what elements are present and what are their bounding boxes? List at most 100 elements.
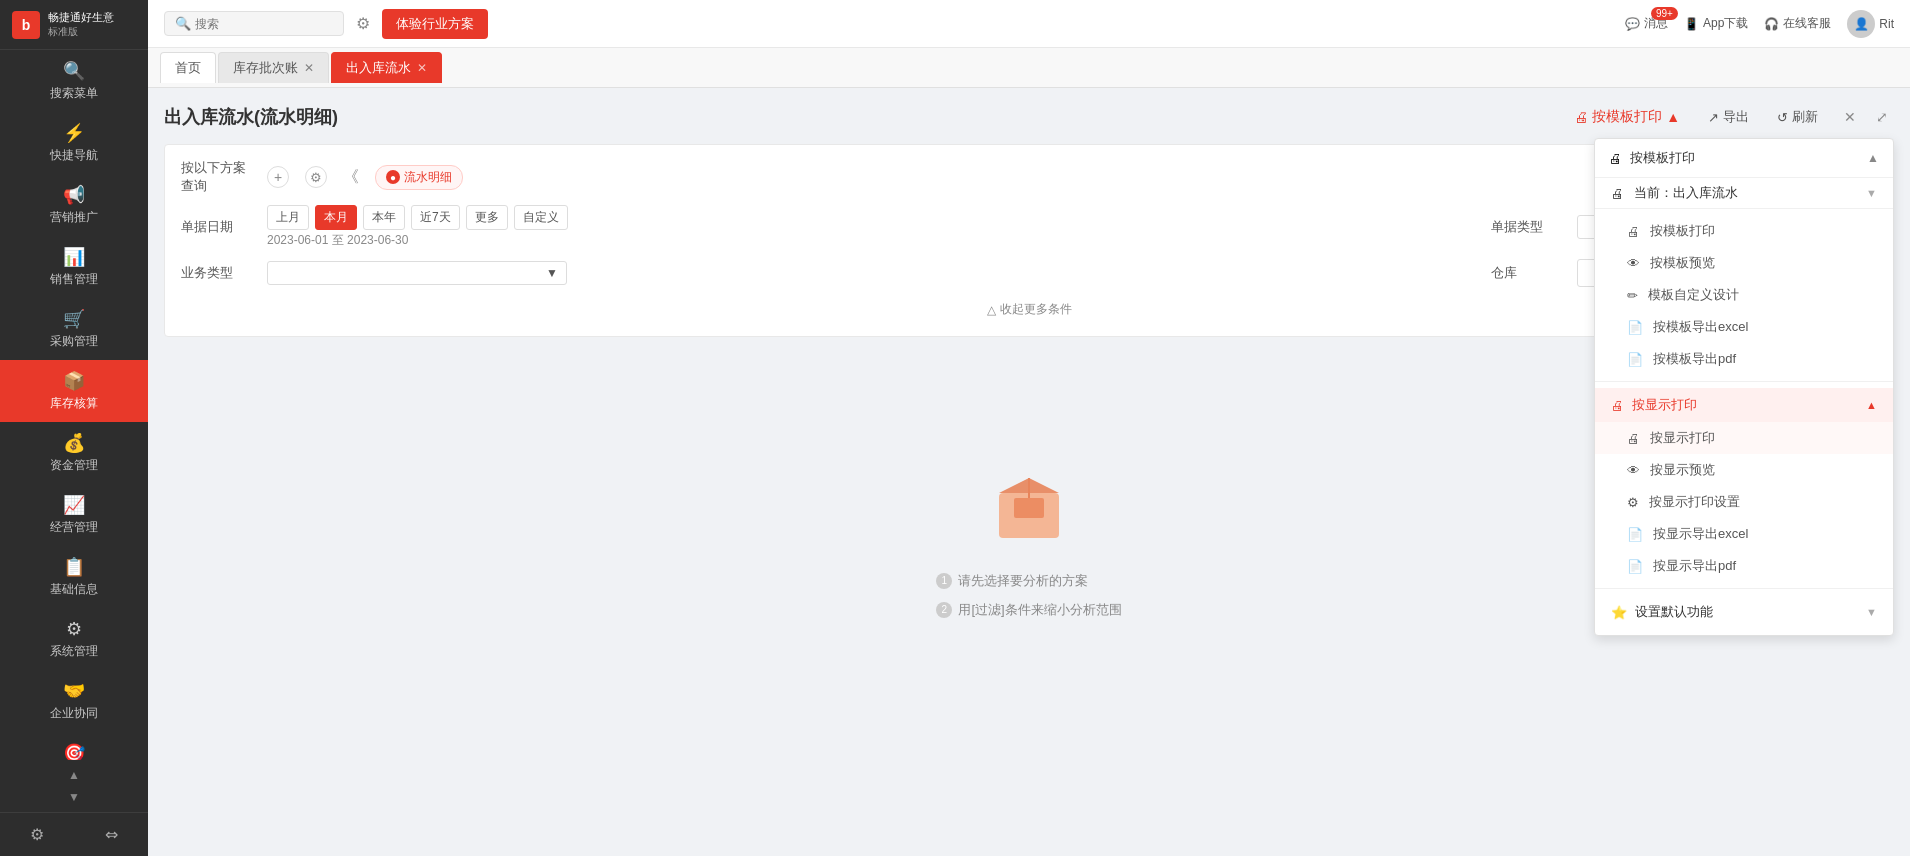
tab-home[interactable]: 首页: [160, 52, 216, 83]
page-content: 出入库流水(流水明细) 🖨 按模板打印 ▲ ↗ 导出 ↺ 刷新: [148, 88, 1910, 856]
set-default-icon: ⭐: [1611, 605, 1627, 620]
step-1-num: 1: [936, 573, 952, 589]
svg-rect-2: [1014, 498, 1044, 518]
template-excel-icon: 📄: [1627, 320, 1643, 335]
topbar-settings-icon[interactable]: ⚙: [356, 14, 370, 33]
sidebar-label-inventory: 库存核算: [50, 395, 98, 412]
display-print-header-icon: 🖨: [1611, 398, 1624, 413]
scroll-up-arrow[interactable]: ▲: [64, 764, 84, 786]
settings-icon[interactable]: ⚙: [30, 825, 44, 844]
app-download-icon: 📱: [1684, 17, 1699, 31]
tab-inout-flow[interactable]: 出入库流水 ✕: [331, 52, 442, 83]
message-button[interactable]: 💬 消息 99+: [1625, 15, 1668, 32]
dropdown-item-template-excel[interactable]: 📄 按模板导出excel: [1595, 311, 1893, 343]
industry-solution-button[interactable]: 体验行业方案: [382, 9, 488, 39]
dropdown-close-arrow[interactable]: ▲: [1867, 151, 1879, 165]
display-print-label: 按显示打印: [1650, 429, 1715, 447]
sidebar-item-inventory[interactable]: 📦 库存核算: [0, 360, 148, 422]
display-pdf-label: 按显示导出pdf: [1653, 557, 1736, 575]
sidebar-item-operation[interactable]: 📈 经营管理: [0, 484, 148, 546]
sidebar-label-marketing: 营销推广: [50, 209, 98, 226]
close-window-button[interactable]: ✕: [1838, 107, 1862, 127]
online-service-button[interactable]: 🎧 在线客服: [1764, 15, 1831, 32]
dropdown-item-set-default[interactable]: ⭐ 设置默认功能 ▼: [1595, 595, 1893, 629]
dropdown-item-template-pdf[interactable]: 📄 按模板导出pdf: [1595, 343, 1893, 375]
page-title: 出入库流水(流水明细): [164, 105, 338, 129]
filter-add-button[interactable]: +: [267, 166, 289, 188]
tab-label-inout-flow: 出入库流水: [346, 59, 411, 77]
template-excel-label: 按模板导出excel: [1653, 318, 1748, 336]
dropdown-current-item[interactable]: 🖨 当前：出入库流水 ▼: [1595, 178, 1893, 209]
sidebar-label-quick-nav: 快捷导航: [50, 147, 98, 164]
sidebar-label-cooperation: 企业协同: [50, 705, 98, 722]
print-template-button[interactable]: 🖨 按模板打印 ▲: [1566, 104, 1688, 130]
current-template-arrow: ▼: [1866, 187, 1877, 199]
sidebar-item-quick-nav[interactable]: ⚡ 快捷导航: [0, 112, 148, 174]
export-button[interactable]: ↗ 导出: [1700, 104, 1757, 130]
empty-text: 1 请先选择要分析的方案 2 用[过滤]条件来缩小分析范围: [936, 569, 1121, 622]
sidebar-item-system[interactable]: ⚙ 系统管理: [0, 608, 148, 670]
sidebar-label-basic: 基础信息: [50, 581, 98, 598]
sidebar-item-purchase[interactable]: 🛒 采购管理: [0, 298, 148, 360]
refresh-button[interactable]: ↺ 刷新: [1769, 104, 1826, 130]
sidebar-icon-system: ⚙: [66, 618, 82, 640]
sidebar-item-basic[interactable]: 📋 基础信息: [0, 546, 148, 608]
dropdown-item-template-custom[interactable]: ✏ 模板自定义设计: [1595, 279, 1893, 311]
sidebar-item-finance[interactable]: 💰 资金管理: [0, 422, 148, 484]
user-name: Rit: [1879, 17, 1894, 31]
app-download-button[interactable]: 📱 App下载: [1684, 15, 1748, 32]
dropdown-item-display-excel[interactable]: 📄 按显示导出excel: [1595, 518, 1893, 550]
app-download-label: App下载: [1703, 15, 1748, 32]
user-profile[interactable]: 👤 Rit: [1847, 10, 1894, 38]
sidebar-label-sales: 销售管理: [50, 271, 98, 288]
toggle-sidebar-icon[interactable]: ⇔: [105, 825, 118, 844]
dropdown-item-display-settings[interactable]: ⚙ 按显示打印设置: [1595, 486, 1893, 518]
date-btn-本月[interactable]: 本月: [315, 205, 357, 230]
dropdown-item-display-preview[interactable]: 👁 按显示预览: [1595, 454, 1893, 486]
filter-collapse-left-button[interactable]: 《: [343, 167, 359, 188]
sidebar-item-cooperation[interactable]: 🤝 企业协同: [0, 670, 148, 732]
collapse-label: 收起更多条件: [1000, 301, 1072, 318]
date-btn-近7天[interactable]: 近7天: [411, 205, 460, 230]
topbar-right: 💬 消息 99+ 📱 App下载 🎧 在线客服 👤 Rit: [1625, 10, 1894, 38]
tab-close-inout-flow[interactable]: ✕: [417, 62, 427, 74]
template-print-icon: 🖨: [1627, 224, 1640, 239]
sidebar-label-finance: 资金管理: [50, 457, 98, 474]
date-btn-自定义[interactable]: 自定义: [514, 205, 568, 230]
topbar: 🔍 ⚙ 体验行业方案 💬 消息 99+ 📱 App下载 🎧 在: [148, 0, 1910, 48]
sidebar-icon-operation: 📈: [63, 494, 85, 516]
template-preview-icon: 👁: [1627, 256, 1640, 271]
sidebar-item-marketing[interactable]: 📢 营销推广: [0, 174, 148, 236]
sidebar-icon-finance: 💰: [63, 432, 85, 454]
sidebar-item-sales[interactable]: 📊 销售管理: [0, 236, 148, 298]
scroll-down-arrow[interactable]: ▼: [64, 786, 84, 808]
search-box[interactable]: 🔍: [164, 11, 344, 36]
filter-label: 按以下方案查询: [181, 159, 251, 195]
maximize-window-button[interactable]: ⤢: [1870, 107, 1894, 127]
sidebar-icon-guide: 🎯: [63, 742, 85, 760]
dropdown-item-display-print[interactable]: 🖨 按显示打印: [1595, 422, 1893, 454]
step-2-num: 2: [936, 602, 952, 618]
sidebar-item-search[interactable]: 🔍 搜索菜单: [0, 50, 148, 112]
filter-tag-flow[interactable]: ● 流水明细: [375, 165, 463, 190]
logo-icon: b: [12, 11, 40, 39]
filter-setting-button[interactable]: ⚙: [305, 166, 327, 188]
filter-tag-label: 流水明细: [404, 169, 452, 186]
dropdown-item-template-print[interactable]: 🖨 按模板打印: [1595, 215, 1893, 247]
dropdown-section-1: 🖨 按模板打印 👁 按模板预览 ✏ 模板自定义设计 📄 按模板导出excel: [1595, 209, 1893, 382]
date-btn-本年[interactable]: 本年: [363, 205, 405, 230]
tab-batch-account[interactable]: 库存批次账✕: [218, 52, 329, 83]
tab-close-batch-account[interactable]: ✕: [304, 62, 314, 74]
date-btn-更多[interactable]: 更多: [466, 205, 508, 230]
search-icon: 🔍: [175, 16, 191, 31]
search-input[interactable]: [195, 17, 325, 31]
template-custom-label: 模板自定义设计: [1648, 286, 1739, 304]
template-preview-label: 按模板预览: [1650, 254, 1715, 272]
biz-type-select[interactable]: ▼: [267, 261, 567, 285]
dropdown-item-template-preview[interactable]: 👁 按模板预览: [1595, 247, 1893, 279]
sidebar-item-guide[interactable]: 🎯 新手引导: [0, 732, 148, 760]
dropdown-item-display-print-header[interactable]: 🖨 按显示打印 ▲: [1595, 388, 1893, 422]
biz-type-label: 业务类型: [181, 264, 251, 282]
date-btn-上月[interactable]: 上月: [267, 205, 309, 230]
dropdown-item-display-pdf[interactable]: 📄 按显示导出pdf: [1595, 550, 1893, 582]
